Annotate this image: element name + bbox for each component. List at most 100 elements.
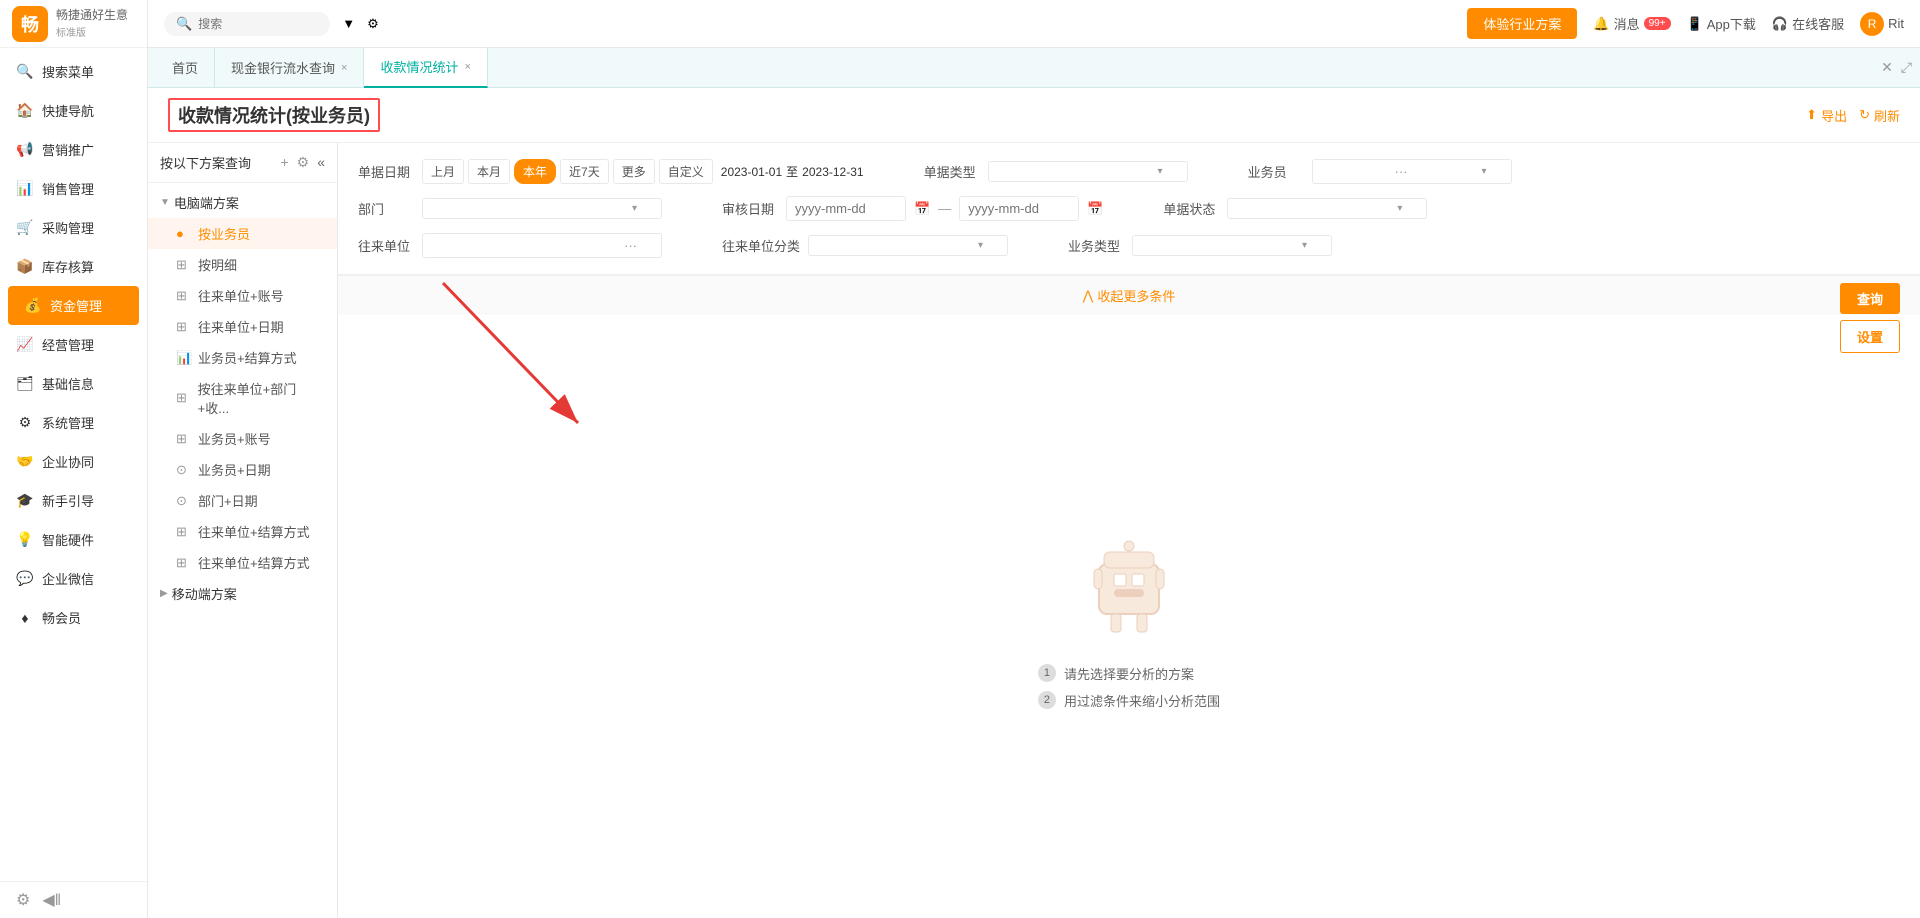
sidebar-label-member: 畅会员 — [42, 608, 81, 627]
user-item[interactable]: R Rit — [1860, 12, 1904, 36]
left-panel: 按以下方案查询 + ⚙ « ▼ 电脑端方案 ● 按业务员 ⊞ — [148, 143, 338, 918]
settings-button[interactable]: 设置 — [1840, 320, 1900, 353]
sidebar-item-system[interactable]: ⚙ 系统管理 — [0, 403, 147, 442]
date-custom[interactable]: 自定义 — [659, 159, 713, 184]
refresh-button[interactable]: ↻ 刷新 — [1859, 106, 1900, 125]
tree-item-partner_settle1[interactable]: ⊞ 往来单位+结算方式 — [148, 516, 337, 547]
tree-item-partner_account[interactable]: ⊞ 往来单位+账号 — [148, 280, 337, 311]
sidebar-collapse-icon[interactable]: ◀‖ — [42, 890, 61, 910]
partner-label: 往来单位 — [358, 236, 414, 255]
export-button[interactable]: ⬆ 导出 — [1806, 106, 1847, 125]
collapse-label: 收起更多条件 — [1097, 286, 1175, 305]
tree-item-by_detail[interactable]: ⊞ 按明细 — [148, 249, 337, 280]
mobile-group-header[interactable]: ▶ 移动端方案 — [148, 578, 337, 609]
biz-type-select[interactable]: ▾ — [1132, 235, 1332, 256]
review-date-end[interactable] — [959, 196, 1079, 221]
tree-item-icon-by_detail: ⊞ — [176, 257, 192, 273]
sidebar-icon-search: 🔍 — [16, 63, 34, 81]
empty-tip-2: 2 用过滤条件来缩小分析范围 — [1038, 691, 1220, 710]
review-date-label: 审核日期 — [722, 199, 778, 218]
trial-button[interactable]: 体验行业方案 — [1467, 8, 1577, 39]
panel-collapse-icon[interactable]: « — [317, 154, 325, 171]
sidebar-item-marketing[interactable]: 📢 营销推广 — [0, 130, 147, 169]
partner-category-filter: 往来单位分类 ▾ — [722, 235, 1008, 256]
online-service-item[interactable]: 🎧 在线客服 — [1772, 14, 1844, 33]
sidebar-label-hardware: 智能硬件 — [42, 530, 94, 549]
tab-receivables[interactable]: 收款情况统计 × — [364, 48, 487, 88]
tab-home-label: 首页 — [172, 58, 198, 77]
tab-receivables-close[interactable]: × — [464, 61, 470, 73]
tree-item-by_salesperson[interactable]: ● 按业务员 — [148, 218, 337, 249]
sidebar-item-basic[interactable]: 🗂 基础信息 — [0, 364, 147, 403]
main-content: 🔍 ▼ ⚙ 体验行业方案 🔔 消息 99+ 📱 App下载 🎧 在线客服 R — [148, 0, 1920, 918]
tree-item-salesperson_date[interactable]: ⊙ 业务员+日期 — [148, 454, 337, 485]
query-button[interactable]: 查询 — [1840, 283, 1900, 314]
logo-text: 畅捷通好生意 — [56, 8, 128, 24]
doc-status-select[interactable]: ▾ — [1227, 198, 1427, 219]
app-download-item[interactable]: 📱 App下载 — [1687, 14, 1756, 33]
partner-dots[interactable]: ··· — [624, 238, 637, 253]
page-header-actions: ⬆ 导出 ↻ 刷新 — [1806, 106, 1900, 125]
sidebar-item-purchase[interactable]: 🛒 采购管理 — [0, 208, 147, 247]
topbar-actions: 体验行业方案 🔔 消息 99+ 📱 App下载 🎧 在线客服 R Rit — [1467, 8, 1904, 39]
review-date-filter: 审核日期 📅 — 📅 — [722, 196, 1103, 221]
maximize-window-btn[interactable]: ⤢ — [1901, 59, 1912, 76]
sidebar-settings-icon[interactable]: ⚙ — [16, 890, 30, 910]
tree-item-icon-salesperson_settle: 📊 — [176, 350, 192, 366]
topbar-search-box[interactable]: 🔍 — [164, 12, 330, 36]
tree-item-partner_dept_collect[interactable]: ⊞ 按往来单位+部门+收... — [148, 373, 337, 423]
review-date-start[interactable] — [786, 196, 906, 221]
topbar-dropdown-icon[interactable]: ▼ — [342, 16, 355, 31]
sidebar-item-guide[interactable]: 🎓 新手引导 — [0, 481, 147, 520]
doc-type-select[interactable]: ▾ — [988, 161, 1188, 182]
scheme-settings-icon[interactable]: ⚙ — [297, 154, 310, 171]
partner-select[interactable]: ··· — [422, 233, 662, 258]
close-window-btn[interactable]: ✕ — [1881, 59, 1893, 76]
tree-item-partner_settle2[interactable]: ⊞ 往来单位+结算方式 — [148, 547, 337, 578]
sidebar-item-hardware[interactable]: 💡 智能硬件 — [0, 520, 147, 559]
tree-item-dept_date[interactable]: ⊙ 部门+日期 — [148, 485, 337, 516]
tree-item-label-salesperson_settle: 业务员+结算方式 — [198, 348, 297, 367]
collapse-button[interactable]: ⋀ 收起更多条件 — [1083, 286, 1176, 305]
sidebar-item-inventory[interactable]: 📦 库存核算 — [0, 247, 147, 286]
tree-item-partner_date[interactable]: ⊞ 往来单位+日期 — [148, 311, 337, 342]
sidebar-label-marketing: 营销推广 — [42, 140, 94, 159]
partner-category-select[interactable]: ▾ — [808, 235, 1008, 256]
tab-bank-close[interactable]: × — [341, 62, 347, 74]
scheme-tree: ▼ 电脑端方案 ● 按业务员 ⊞ 按明细 ⊞ 往来单位+账号 ⊞ 往来单位+日期… — [148, 183, 337, 918]
dept-select[interactable]: ▾ — [422, 198, 662, 219]
filter-section: 单据日期 上月 本月 本年 近7天 更多 自定义 2023-01-01 — [338, 143, 1920, 275]
date-7days[interactable]: 近7天 — [560, 159, 609, 184]
sidebar-item-operation[interactable]: 📈 经营管理 — [0, 325, 147, 364]
sidebar-icon-purchase: 🛒 — [16, 219, 34, 237]
tip-num-1: 1 — [1038, 664, 1056, 682]
add-scheme-icon[interactable]: + — [280, 154, 288, 171]
salesperson-dots[interactable]: ··· — [1395, 164, 1408, 179]
sidebar-item-quicknav[interactable]: 🏠 快捷导航 — [0, 91, 147, 130]
sidebar-item-finance[interactable]: 💰 资金管理 — [8, 286, 139, 325]
sidebar-item-member[interactable]: ♦ 畅会员 — [0, 598, 147, 637]
tree-item-salesperson_account[interactable]: ⊞ 业务员+账号 — [148, 423, 337, 454]
tip-num-2: 2 — [1038, 691, 1056, 709]
tab-bank[interactable]: 现金银行流水查询 × — [215, 48, 364, 88]
sidebar-item-wechat[interactable]: 💬 企业微信 — [0, 559, 147, 598]
sidebar-item-search[interactable]: 🔍 搜索菜单 — [0, 52, 147, 91]
date-more[interactable]: 更多 — [613, 159, 655, 184]
topbar-settings-icon[interactable]: ⚙ — [367, 16, 379, 32]
doc-status-filter: 单据状态 ▾ — [1163, 198, 1427, 219]
sidebar-label-inventory: 库存核算 — [42, 257, 94, 276]
date-this-month[interactable]: 本月 — [468, 159, 510, 184]
search-input[interactable] — [198, 17, 318, 31]
date-last-month[interactable]: 上月 — [422, 159, 464, 184]
desktop-group-header[interactable]: ▼ 电脑端方案 — [148, 187, 337, 218]
tab-home[interactable]: 首页 — [156, 48, 215, 88]
tree-item-salesperson_settle[interactable]: 📊 业务员+结算方式 — [148, 342, 337, 373]
salesperson-select[interactable]: ··· ▾ — [1312, 159, 1512, 184]
date-this-year[interactable]: 本年 — [514, 159, 556, 184]
partner-filter: 往来单位 ··· — [358, 233, 662, 258]
sidebar-item-sales[interactable]: 📊 销售管理 — [0, 169, 147, 208]
sidebar-item-corp[interactable]: 🤝 企业协同 — [0, 442, 147, 481]
sidebar-icon-inventory: 📦 — [16, 258, 34, 276]
tip-text-1: 请先选择要分析的方案 — [1064, 664, 1194, 683]
notifications-item[interactable]: 🔔 消息 99+ — [1593, 14, 1670, 33]
